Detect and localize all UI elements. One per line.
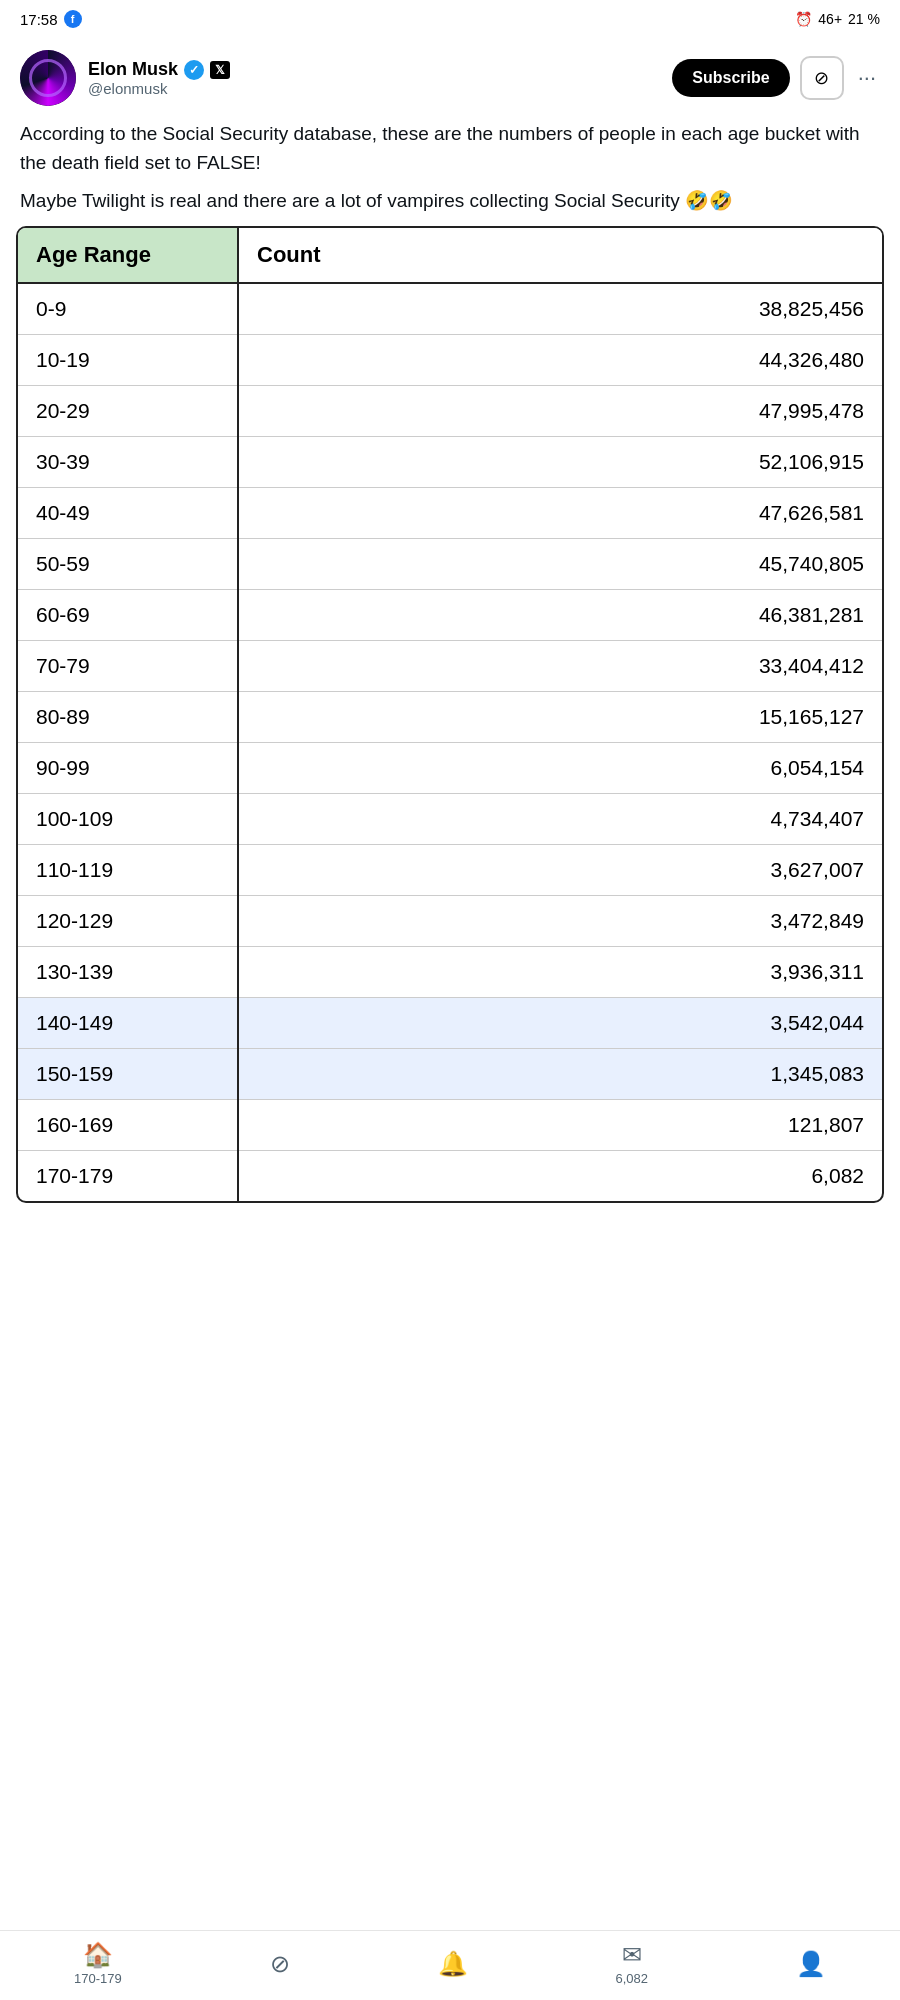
profile-nav-icon: 👤: [796, 1950, 826, 1978]
count-cell: 47,626,581: [238, 487, 882, 538]
count-cell: 3,936,311: [238, 946, 882, 997]
table-row: 80-8915,165,127: [18, 691, 882, 742]
count-cell: 47,995,478: [238, 385, 882, 436]
verified-icon: ✓: [184, 60, 204, 80]
post-container: Elon Musk ✓ 𝕏 @elonmusk Subscribe ⊘ ··· …: [0, 34, 900, 1203]
profile-icon-button[interactable]: ⊘: [800, 56, 844, 100]
table-row: 170-1796,082: [18, 1150, 882, 1201]
home-icon: 🏠: [83, 1941, 113, 1969]
count-header: Count: [238, 228, 882, 283]
table-row: 0-938,825,456: [18, 283, 882, 335]
profile-handle: @elonmusk: [88, 80, 660, 97]
age-range-cell: 60-69: [18, 589, 238, 640]
count-cell: 4,734,407: [238, 793, 882, 844]
nav-profile[interactable]: 👤: [796, 1950, 826, 1978]
profile-name-row: Elon Musk ✓ 𝕏: [88, 59, 660, 80]
age-range-cell: 70-79: [18, 640, 238, 691]
count-cell: 38,825,456: [238, 283, 882, 335]
age-range-cell: 50-59: [18, 538, 238, 589]
table-row: 110-1193,627,007: [18, 844, 882, 895]
table-row: 50-5945,740,805: [18, 538, 882, 589]
table-row: 40-4947,626,581: [18, 487, 882, 538]
table-row: 150-1591,345,083: [18, 1048, 882, 1099]
table-row: 70-7933,404,412: [18, 640, 882, 691]
age-range-cell: 120-129: [18, 895, 238, 946]
age-range-cell: 150-159: [18, 1048, 238, 1099]
alarm-icon: ⏰: [795, 11, 812, 27]
nav-messages[interactable]: ✉ 6,082: [616, 1941, 649, 1986]
age-range-cell: 40-49: [18, 487, 238, 538]
status-time: 17:58: [20, 11, 58, 28]
count-cell: 3,472,849: [238, 895, 882, 946]
count-cell: 6,082: [238, 1150, 882, 1201]
count-cell: 15,165,127: [238, 691, 882, 742]
nav-home-label: 170-179: [74, 1971, 122, 1986]
count-cell: 52,106,915: [238, 436, 882, 487]
age-range-cell: 10-19: [18, 334, 238, 385]
age-range-cell: 160-169: [18, 1099, 238, 1150]
slash-circle-icon: ⊘: [814, 67, 829, 89]
post-text-1: According to the Social Security databas…: [20, 120, 880, 177]
subscribe-button[interactable]: Subscribe: [672, 59, 789, 97]
battery-level: 21 %: [848, 11, 880, 27]
table-row: 60-6946,381,281: [18, 589, 882, 640]
age-range-cell: 90-99: [18, 742, 238, 793]
age-range-cell: 20-29: [18, 385, 238, 436]
table-row: 10-1944,326,480: [18, 334, 882, 385]
count-cell: 44,326,480: [238, 334, 882, 385]
age-range-cell: 140-149: [18, 997, 238, 1048]
status-right: ⏰ 46+ 21 %: [795, 11, 880, 27]
table-row: 140-1493,542,044: [18, 997, 882, 1048]
count-cell: 6,054,154: [238, 742, 882, 793]
table-row: 100-1094,734,407: [18, 793, 882, 844]
table-row: 130-1393,936,311: [18, 946, 882, 997]
data-table-container: Age Range Count 0-938,825,45610-1944,326…: [16, 226, 884, 1203]
x-badge: 𝕏: [210, 61, 230, 79]
age-count-table: Age Range Count 0-938,825,45610-1944,326…: [18, 228, 882, 1201]
profile-actions: Subscribe ⊘ ···: [672, 56, 880, 100]
age-range-cell: 80-89: [18, 691, 238, 742]
age-range-cell: 110-119: [18, 844, 238, 895]
bottom-navigation: 🏠 170-179 ⊘ 🔔 ✉ 6,082 👤: [0, 1930, 900, 2000]
nav-messages-label: 6,082: [616, 1971, 649, 1986]
count-cell: 3,542,044: [238, 997, 882, 1048]
age-range-header: Age Range: [18, 228, 238, 283]
nav-explore[interactable]: ⊘: [270, 1950, 290, 1978]
age-range-cell: 30-39: [18, 436, 238, 487]
notification-icon: 🔔: [438, 1950, 468, 1978]
table-row: 160-169121,807: [18, 1099, 882, 1150]
status-bar: 17:58 f ⏰ 46+ 21 %: [0, 0, 900, 34]
status-left: 17:58 f: [20, 10, 82, 28]
count-cell: 45,740,805: [238, 538, 882, 589]
more-options-button[interactable]: ···: [854, 65, 880, 91]
count-cell: 46,381,281: [238, 589, 882, 640]
profile-name: Elon Musk: [88, 59, 178, 80]
table-row: 30-3952,106,915: [18, 436, 882, 487]
facebook-icon: f: [64, 10, 82, 28]
table-row: 90-996,054,154: [18, 742, 882, 793]
nav-notifications[interactable]: 🔔: [438, 1950, 468, 1978]
count-cell: 3,627,007: [238, 844, 882, 895]
nav-home[interactable]: 🏠 170-179: [74, 1941, 122, 1986]
profile-info: Elon Musk ✓ 𝕏 @elonmusk: [88, 59, 660, 97]
network-strength: 46+: [818, 11, 842, 27]
avatar: [20, 50, 76, 106]
count-cell: 121,807: [238, 1099, 882, 1150]
post-text-2: Maybe Twilight is real and there are a l…: [20, 187, 880, 216]
count-cell: 1,345,083: [238, 1048, 882, 1099]
table-header-row: Age Range Count: [18, 228, 882, 283]
age-range-cell: 100-109: [18, 793, 238, 844]
table-row: 20-2947,995,478: [18, 385, 882, 436]
age-range-cell: 0-9: [18, 283, 238, 335]
table-row: 120-1293,472,849: [18, 895, 882, 946]
age-range-cell: 130-139: [18, 946, 238, 997]
message-icon: ✉: [622, 1941, 642, 1969]
count-cell: 33,404,412: [238, 640, 882, 691]
age-range-cell: 170-179: [18, 1150, 238, 1201]
profile-header: Elon Musk ✓ 𝕏 @elonmusk Subscribe ⊘ ···: [20, 50, 880, 106]
explore-icon: ⊘: [270, 1950, 290, 1978]
